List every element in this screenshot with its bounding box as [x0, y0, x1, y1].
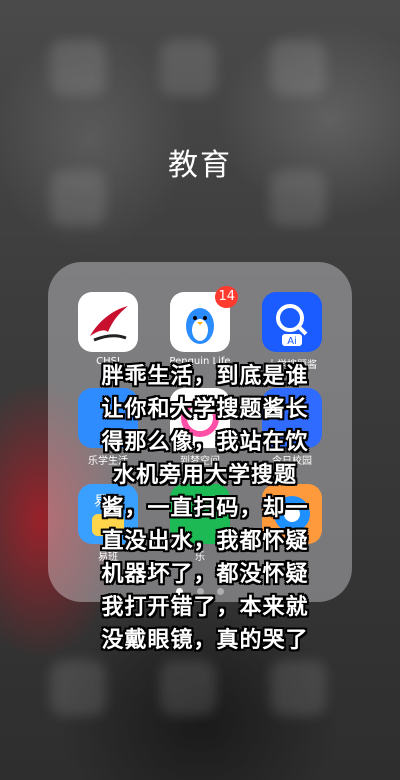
blurred-app-icon — [50, 40, 106, 96]
caption-line: 酱，一直扫码，却一 — [101, 496, 309, 521]
svg-text:Ai: Ai — [287, 336, 297, 347]
meme-caption: 胖乖生活，到底是谁 让你和大学搜题酱长 得那么像，我站在饮 水机旁用大学搜题 酱… — [60, 360, 350, 657]
caption-line: 让你和大学搜题酱长 — [101, 397, 309, 422]
chsi-logo-icon — [78, 292, 138, 352]
folder-title: 教育 — [168, 148, 232, 183]
caption-line: 水机旁用大学搜题 — [112, 463, 297, 488]
notification-badge: 14 — [215, 286, 238, 308]
caption-line: 胖乖生活，到底是谁 — [101, 364, 309, 389]
app-penguin-life[interactable]: 14 Penguin Life — [168, 286, 238, 367]
penguin-icon: 14 — [170, 286, 238, 352]
caption-line: 我打开错了，本来就 — [101, 595, 309, 620]
blurred-app-icon — [270, 40, 326, 96]
caption-line: 直没出水，我都怀疑 — [101, 529, 309, 554]
caption-line: 得那么像，我站在饮 — [101, 430, 309, 455]
blurred-app-icon — [160, 660, 216, 716]
app-chsi[interactable]: CHSI — [76, 292, 140, 367]
caption-line: 机器坏了，都没怀疑 — [101, 562, 309, 587]
blurred-app-icon — [50, 660, 106, 716]
caption-line: 没戴眼镜，真的哭了 — [101, 628, 309, 653]
search-ai-icon: Ai — [262, 292, 322, 352]
blurred-app-icon — [270, 660, 326, 716]
blurred-app-icon — [160, 40, 216, 96]
